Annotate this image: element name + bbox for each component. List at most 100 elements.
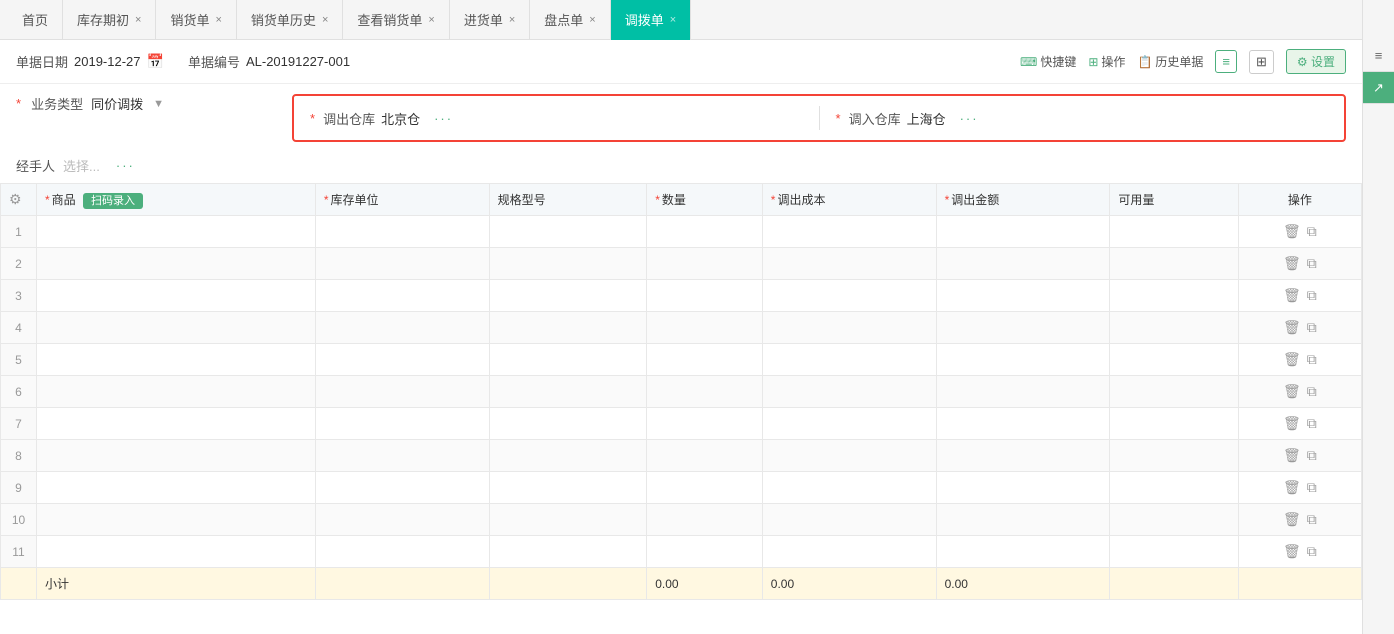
tab-sales-order-close[interactable]: × [215,14,221,26]
amount-cell-2 [936,248,1110,280]
action-cell-1: 🗑 ⧉ [1238,216,1361,248]
product-cell-1[interactable] [37,216,316,248]
table-gear-icon[interactable]: ⚙ [9,191,22,207]
subtotal-row: 小计 0.00 0.00 0.00 [1,568,1362,600]
available-cell-4 [1110,312,1239,344]
delete-btn-1[interactable]: 🗑 [1283,223,1301,240]
spec-cell-6 [489,376,647,408]
available-cell-3 [1110,280,1239,312]
copy-btn-4[interactable]: ⧉ [1307,319,1317,336]
tab-sales-history[interactable]: 销货单历史 × [237,0,343,40]
list-view-btn[interactable]: ≡ [1215,50,1237,73]
tab-home[interactable]: 首页 [8,0,63,40]
unit-required-mark: * [324,193,329,207]
spec-cell-2 [489,248,647,280]
delete-btn-10[interactable]: 🗑 [1283,511,1301,528]
tab-inventory-init[interactable]: 库存期初 × [63,0,156,40]
transfer-out-more-btn[interactable]: ··· [434,111,453,126]
sidebar-list-btn[interactable]: ≡ [1363,40,1394,72]
settings-button[interactable]: ⚙ 设置 [1286,49,1346,74]
tab-inventory-count[interactable]: 盘点单 × [530,0,610,40]
product-cell-7[interactable] [37,408,316,440]
available-cell-6 [1110,376,1239,408]
handler-label: 经手人 [16,156,55,175]
tab-purchase-order[interactable]: 进货单 × [450,0,530,40]
date-value[interactable]: 2019-12-27 [74,54,141,69]
tab-view-sales-close[interactable]: × [428,14,434,26]
tab-view-sales[interactable]: 查看销货单 × [343,0,449,40]
main-content: 单据日期 2019-12-27 📅 单据编号 AL-20191227-001 ⌨… [0,40,1362,634]
transfer-in-more-btn[interactable]: ··· [960,111,979,126]
product-cell-8[interactable] [37,440,316,472]
qty-cell-1 [647,216,763,248]
product-cell-6[interactable] [37,376,316,408]
available-cell-9 [1110,472,1239,504]
operations-btn[interactable]: ⊞ 操作 [1088,53,1125,70]
tab-sales-history-close[interactable]: × [322,14,328,26]
shortcuts-btn[interactable]: ⌨ 快捷键 [1020,53,1076,70]
scan-entry-btn[interactable]: 扫码录入 [83,193,143,209]
business-type-select[interactable]: 同价调拨 ▼ [91,94,231,113]
grid-view-btn[interactable]: ⊞ [1249,50,1274,74]
copy-btn-9[interactable]: ⧉ [1307,479,1317,496]
table-row: 5 🗑 ⧉ [1,344,1362,376]
copy-btn-10[interactable]: ⧉ [1307,511,1317,528]
tab-transfer-order[interactable]: 调拨单 × [611,0,691,40]
th-qty: *数量 [647,184,763,216]
transfer-out-required: * [310,111,315,126]
unit-cell-7 [315,408,489,440]
th-available: 可用量 [1110,184,1239,216]
shortcut-icon: ⌨ [1020,55,1037,69]
transfer-in-value[interactable]: 上海仓 [907,109,946,128]
action-cell-7: 🗑 ⧉ [1238,408,1361,440]
th-product: *商品 扫码录入 [37,184,316,216]
amount-cell-9 [936,472,1110,504]
handler-select[interactable]: 选择... [63,156,100,175]
copy-btn-5[interactable]: ⧉ [1307,351,1317,368]
calendar-icon[interactable]: 📅 [147,53,164,70]
history-btn[interactable]: 📋 历史单据 [1137,53,1203,70]
delete-btn-6[interactable]: 🗑 [1283,383,1301,400]
tab-transfer-order-close[interactable]: × [670,14,676,26]
product-cell-9[interactable] [37,472,316,504]
delete-btn-4[interactable]: 🗑 [1283,319,1301,336]
sidebar-export-btn[interactable]: ↗ [1363,72,1394,104]
delete-btn-5[interactable]: 🗑 [1283,351,1301,368]
cost-cell-1 [762,216,936,248]
amount-cell-7 [936,408,1110,440]
unit-cell-9 [315,472,489,504]
tab-inventory-count-close[interactable]: × [589,14,595,26]
copy-btn-6[interactable]: ⧉ [1307,383,1317,400]
tab-sales-order[interactable]: 销货单 × [156,0,236,40]
delete-btn-7[interactable]: 🗑 [1283,415,1301,432]
table-container: ⚙ *商品 扫码录入 *库存单位 规格型号 *数 [0,183,1362,634]
product-cell-4[interactable] [37,312,316,344]
row-num-6: 6 [1,376,37,408]
amount-cell-10 [936,504,1110,536]
tab-purchase-order-close[interactable]: × [509,14,515,26]
transfer-out-value[interactable]: 北京仓 [381,109,420,128]
delete-btn-8[interactable]: 🗑 [1283,447,1301,464]
product-cell-3[interactable] [37,280,316,312]
handler-more-btn[interactable]: ··· [116,158,135,173]
product-cell-11[interactable] [37,536,316,568]
copy-btn-3[interactable]: ⧉ [1307,287,1317,304]
available-cell-8 [1110,440,1239,472]
copy-btn-2[interactable]: ⧉ [1307,255,1317,272]
unit-cell-3 [315,280,489,312]
delete-btn-3[interactable]: 🗑 [1283,287,1301,304]
tab-inventory-init-close[interactable]: × [135,14,141,26]
product-cell-2[interactable] [37,248,316,280]
product-cell-10[interactable] [37,504,316,536]
chevron-down-icon[interactable]: ▼ [153,98,164,110]
copy-btn-1[interactable]: ⧉ [1307,223,1317,240]
product-cell-5[interactable] [37,344,316,376]
copy-btn-11[interactable]: ⧉ [1307,543,1317,560]
toolbar-right: ⌨ 快捷键 ⊞ 操作 📋 历史单据 ≡ ⊞ ⚙ 设置 [1020,49,1346,74]
delete-btn-2[interactable]: 🗑 [1283,255,1301,272]
copy-btn-7[interactable]: ⧉ [1307,415,1317,432]
delete-btn-11[interactable]: 🗑 [1283,543,1301,560]
available-cell-2 [1110,248,1239,280]
delete-btn-9[interactable]: 🗑 [1283,479,1301,496]
copy-btn-8[interactable]: ⧉ [1307,447,1317,464]
